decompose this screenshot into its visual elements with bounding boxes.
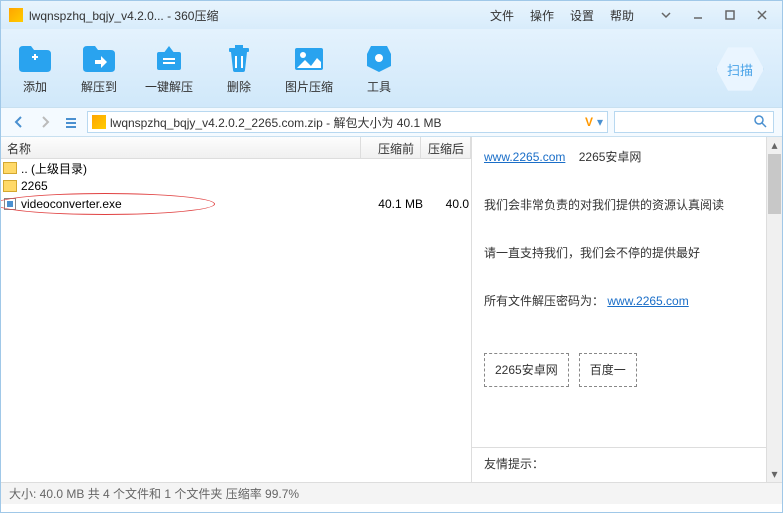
statusbar: 大小: 40.0 MB 共 4 个文件和 1 个文件夹 压缩率 99.7%	[1, 482, 782, 504]
site-name: 2265安卓网	[579, 150, 642, 164]
chevron-down-icon[interactable]: ▾	[597, 115, 603, 129]
info-line: 请一直支持我们，我们会不停的提供最好	[484, 241, 754, 265]
path-input[interactable]: lwqnspzhq_bqjy_v4.2.0.2_2265.com.zip - 解…	[87, 111, 608, 133]
scroll-up-icon[interactable]: ▴	[767, 137, 782, 153]
scan-label: 扫描	[716, 45, 764, 93]
extract-icon	[151, 42, 187, 74]
trash-icon	[221, 42, 257, 74]
info-line: 我们会非常负责的对我们提供的资源认真阅读	[484, 193, 754, 217]
toolbox-icon	[361, 42, 397, 74]
file-list-pane: 名称 压缩前 压缩后 .. (上级目录) 2265 videoconverter…	[1, 137, 472, 482]
folder-up-icon	[3, 161, 17, 175]
content: 名称 压缩前 压缩后 .. (上级目录) 2265 videoconverter…	[1, 137, 782, 482]
toolbar: 添加 解压到 一键解压 删除 图片压缩 工具 扫描	[1, 29, 782, 107]
size-before: 40.1 MB	[369, 197, 429, 211]
list-header: 名称 压缩前 压缩后	[1, 137, 471, 159]
col-before[interactable]: 压缩前	[361, 137, 421, 158]
maximize-button[interactable]	[718, 6, 742, 24]
search-icon	[753, 114, 767, 131]
list-item-up[interactable]: .. (上级目录)	[1, 159, 471, 177]
tool-label: 图片压缩	[285, 78, 333, 95]
menu-operate[interactable]: 操作	[530, 7, 554, 24]
tool-label: 一键解压	[145, 78, 193, 95]
tool-label: 工具	[367, 78, 391, 95]
tools-button[interactable]: 工具	[361, 42, 397, 95]
exe-icon	[3, 197, 17, 211]
info-body: www.2265.com 2265安卓网 我们会非常负责的对我们提供的资源认真阅…	[472, 137, 766, 482]
tool-label: 解压到	[81, 78, 117, 95]
titlebar: lwqnspzhq_bqjy_v4.2.0... - 360压缩 文件 操作 设…	[1, 1, 782, 29]
list-item-folder[interactable]: 2265	[1, 177, 471, 195]
tool-label: 添加	[23, 78, 47, 95]
file-name: 2265	[21, 179, 369, 193]
scroll-thumb[interactable]	[768, 154, 781, 214]
tool-label: 删除	[227, 78, 251, 95]
pathbar: lwqnspzhq_bqjy_v4.2.0.2_2265.com.zip - 解…	[1, 107, 782, 137]
one-click-extract-button[interactable]: 一键解压	[145, 42, 193, 95]
image-compress-button[interactable]: 图片压缩	[285, 42, 333, 95]
friend-tip: 友情提示：	[472, 447, 766, 476]
extract-to-button[interactable]: 解压到	[81, 42, 117, 95]
archive-icon	[92, 115, 106, 129]
folder-icon	[3, 179, 17, 193]
folder-arrow-icon	[81, 42, 117, 74]
scan-button[interactable]: 扫描	[714, 43, 766, 95]
minimize-button[interactable]	[686, 6, 710, 24]
image-icon	[291, 42, 327, 74]
nav-forward-button[interactable]	[35, 112, 55, 132]
dashed-button-baidu[interactable]: 百度一	[579, 353, 637, 387]
search-input[interactable]	[614, 111, 774, 133]
menu-bar: 文件 操作 设置 帮助	[490, 7, 634, 24]
dashed-button-site[interactable]: 2265安卓网	[484, 353, 569, 387]
list-body: .. (上级目录) 2265 videoconverter.exe 40.1 M…	[1, 159, 471, 482]
file-name: .. (上级目录)	[21, 160, 369, 177]
menu-settings[interactable]: 设置	[570, 7, 594, 24]
list-item-file[interactable]: videoconverter.exe 40.1 MB 40.0	[1, 195, 471, 213]
menu-help[interactable]: 帮助	[610, 7, 634, 24]
app-icon	[9, 8, 23, 22]
status-text: 大小: 40.0 MB 共 4 个文件和 1 个文件夹 压缩率 99.7%	[9, 485, 299, 502]
folder-plus-icon	[17, 42, 53, 74]
size-after: 40.0	[429, 197, 469, 211]
file-name: videoconverter.exe	[21, 197, 369, 211]
window-title: lwqnspzhq_bqjy_v4.2.0... - 360压缩	[29, 7, 218, 24]
scrollbar[interactable]: ▴ ▾	[766, 137, 782, 482]
scroll-down-icon[interactable]: ▾	[767, 466, 782, 482]
delete-button[interactable]: 删除	[221, 42, 257, 95]
password-label: 所有文件解压密码为：	[484, 294, 604, 308]
add-button[interactable]: 添加	[17, 42, 53, 95]
dropdown-icon[interactable]	[654, 6, 678, 24]
nav-back-button[interactable]	[9, 112, 29, 132]
site-link[interactable]: www.2265.com	[484, 150, 565, 164]
vip-badge: V	[585, 115, 593, 129]
info-pane: www.2265.com 2265安卓网 我们会非常负责的对我们提供的资源认真阅…	[472, 137, 782, 482]
view-mode-button[interactable]	[61, 112, 81, 132]
path-text: lwqnspzhq_bqjy_v4.2.0.2_2265.com.zip - 解…	[110, 114, 581, 131]
close-button[interactable]	[750, 6, 774, 24]
col-after[interactable]: 压缩后	[421, 137, 471, 158]
menu-file[interactable]: 文件	[490, 7, 514, 24]
col-name[interactable]: 名称	[1, 137, 361, 158]
password-link[interactable]: www.2265.com	[607, 294, 688, 308]
